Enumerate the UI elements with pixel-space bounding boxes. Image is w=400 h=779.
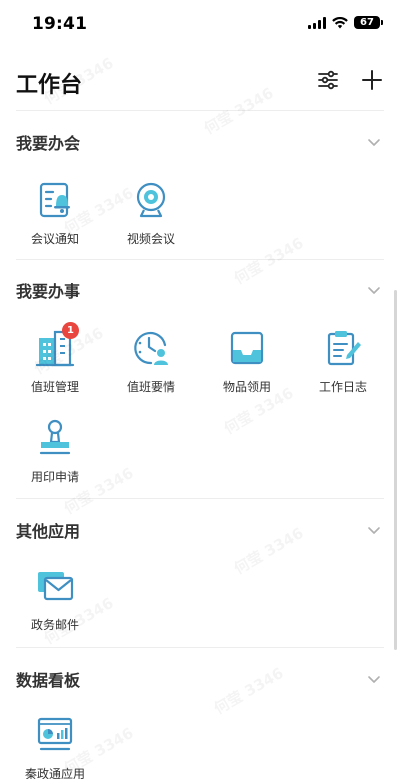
app-duty-management[interactable]: 1 值班管理 [10,322,100,395]
mail-icon [38,572,74,601]
app-label: 物品领用 [222,380,271,394]
section-title: 我要办会 [16,134,81,153]
status-time: 19:41 [32,14,88,34]
divider [16,259,384,260]
plus-icon[interactable] [359,67,385,93]
app-work-log[interactable]: 工作日志 [298,328,388,395]
status-bar: 19:41 67 [0,0,400,46]
divider [16,498,384,499]
wifi-icon [332,16,348,28]
app-label: 工作日志 [318,380,367,394]
page-title: 工作台 [16,73,83,98]
inbox-tray-icon [230,331,264,365]
chevron-down-icon[interactable] [366,522,382,538]
app-label: 视频会议 [126,232,175,246]
section-header[interactable]: 数据看板 [0,659,400,699]
app-label: 用印申请 [30,470,79,484]
divider [16,110,384,111]
stamp-icon [39,419,71,455]
chevron-down-icon[interactable] [366,282,382,298]
battery-level: 67 [360,16,374,28]
webcam-icon [136,182,166,218]
app-label: 秦政通应用 [24,767,85,779]
chevron-down-icon[interactable] [366,671,382,687]
app-label: 会议通知 [30,232,79,246]
section-affairs: 我要办事 1 值班管理 值班要情 物品领用 工作日志 用印申请 [0,270,400,495]
status-icons: 67 [308,16,383,29]
chevron-down-icon[interactable] [366,134,382,150]
section-title: 我要办事 [16,282,81,301]
scrollbar[interactable] [394,290,397,650]
clipboard-pen-icon [327,331,361,366]
section-title: 其他应用 [16,522,81,541]
section-data-dashboard: 数据看板 秦政通应用 [0,659,400,779]
app-government-mail[interactable]: 政务邮件 [10,566,100,633]
app-label: 政务邮件 [30,618,79,632]
notification-badge: 1 [62,322,79,339]
app-meeting-notice[interactable]: 会议通知 [10,180,100,247]
app-video-meeting[interactable]: 视频会议 [106,180,196,247]
signal-icon [308,16,326,29]
section-header[interactable]: 我要办会 [0,122,400,162]
app-icon-wrap: 1 [35,322,79,368]
section-title: 数据看板 [16,671,81,690]
app-label: 值班管理 [30,380,79,394]
meeting-notice-icon [39,182,70,218]
app-item-requisition[interactable]: 物品领用 [202,328,292,395]
battery-icon: 67 [354,16,383,29]
sliders-icon[interactable] [315,67,341,93]
section-header[interactable]: 我要办事 [0,270,400,310]
app-label: 值班要情 [126,380,175,394]
clock-user-icon [134,331,168,365]
section-meetings: 我要办会 会议通知 视频会议 [0,122,400,262]
app-qinzhengtong[interactable]: 秦政通应用 [10,715,100,779]
dashboard-monitor-icon [37,717,73,751]
page-header: 工作台 [0,58,400,104]
section-other-apps: 其他应用 政务邮件 [0,510,400,650]
divider [16,647,384,648]
app-duty-briefing[interactable]: 值班要情 [106,328,196,395]
section-header[interactable]: 其他应用 [0,510,400,550]
app-seal-application[interactable]: 用印申请 [10,418,100,485]
